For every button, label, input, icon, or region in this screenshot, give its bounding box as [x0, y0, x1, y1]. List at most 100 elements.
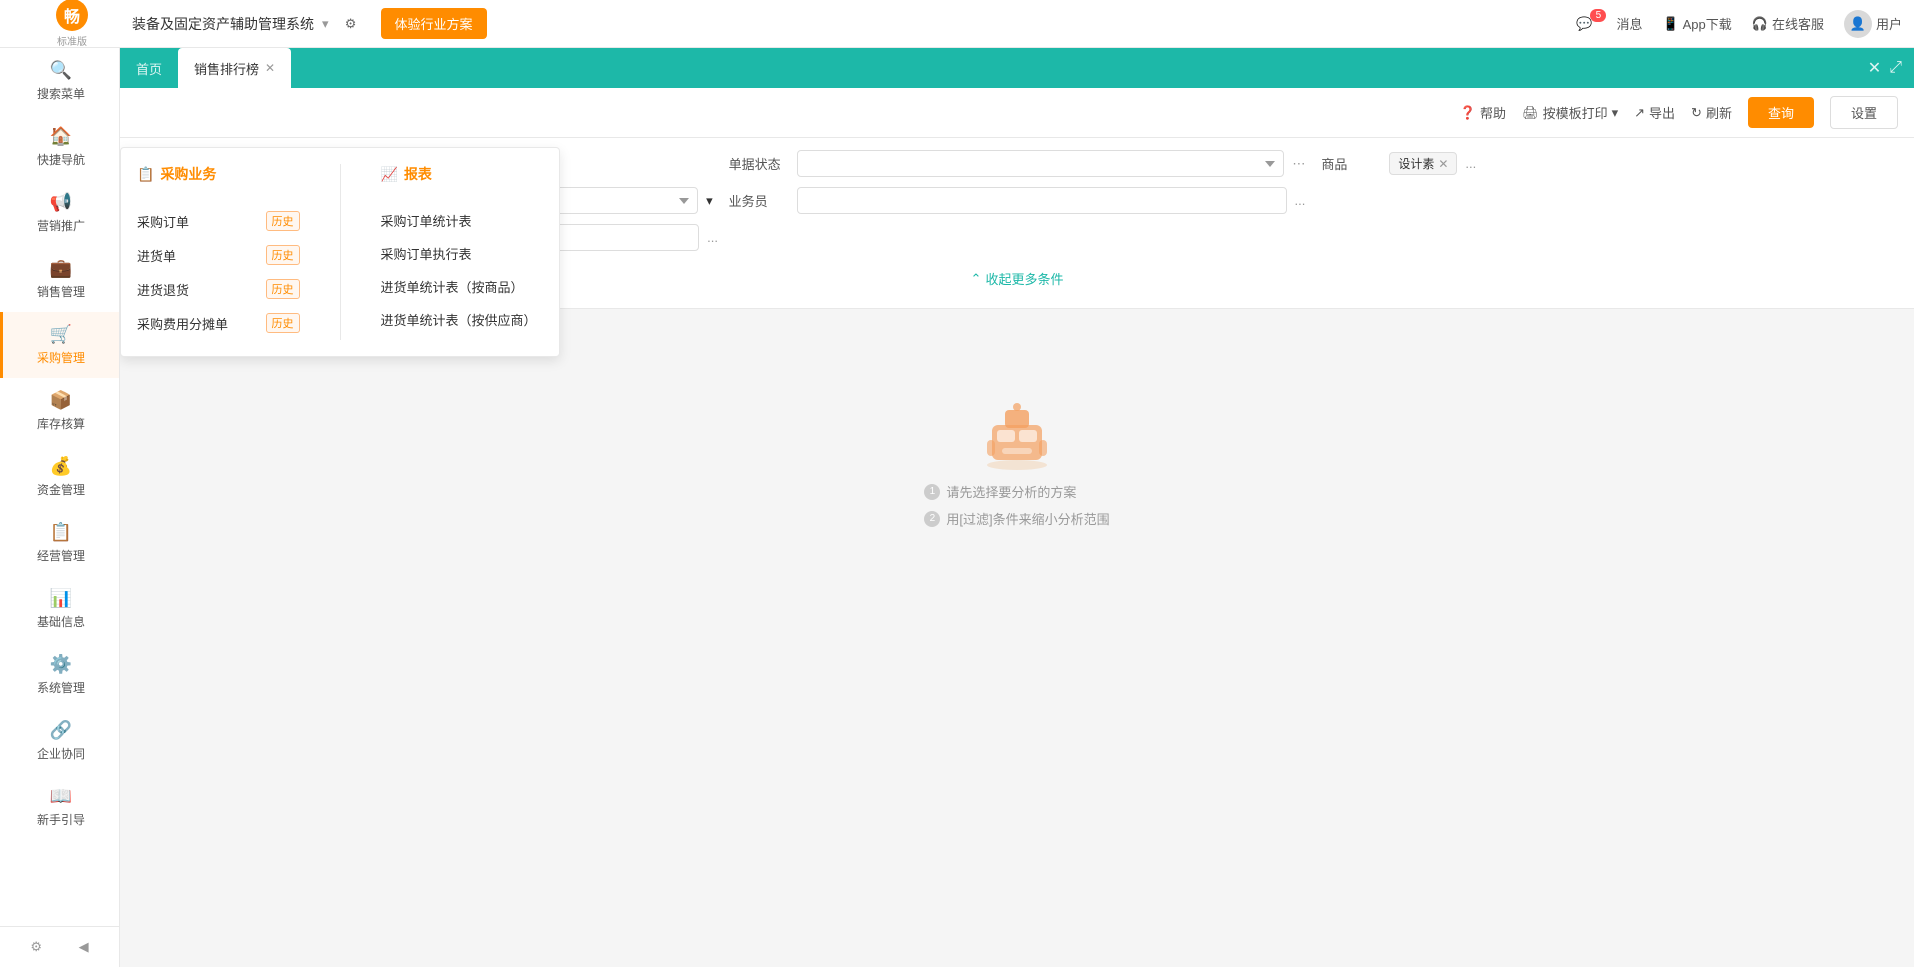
user-action[interactable]: 👤 用户: [1844, 10, 1902, 38]
report-section-icon: 📈: [381, 166, 398, 183]
print-icon: 🖨: [1522, 105, 1539, 121]
operations-icon: 📋: [50, 522, 72, 543]
voucher-status-more[interactable]: ⋯: [1292, 156, 1305, 172]
export-action[interactable]: ↗ 导出: [1634, 103, 1675, 122]
sidebar-item-search[interactable]: 🔍 搜索菜单: [0, 48, 119, 114]
tab-close-all-icon[interactable]: ✕: [1868, 58, 1881, 78]
tab-maximize-icon[interactable]: ⤢: [1889, 59, 1902, 77]
industry-button[interactable]: 体验行业方案: [381, 8, 487, 39]
page-toolbar: ❓ 帮助 🖨 按模板打印 ▾ ↗ 导出 ↻ 刷新 查询 设置: [120, 88, 1914, 138]
print-action[interactable]: 🖨 按模板打印 ▾: [1522, 103, 1618, 122]
history-tag-2: 历史: [266, 279, 300, 299]
sidebar-item-system[interactable]: ⚙️ 系统管理: [0, 642, 119, 708]
system-dropdown-icon[interactable]: ▾: [322, 16, 329, 32]
empty-steps: 1 请先选择要分析的方案 2 用[过滤]条件来缩小分析范围: [924, 482, 1109, 528]
sidebar-item-label: 新手引导: [37, 811, 85, 828]
sidebar-item-marketing[interactable]: 📢 营销推广: [0, 180, 119, 246]
sidebar-item-sales[interactable]: 💼 销售管理: [0, 246, 119, 312]
goods-tag-close[interactable]: ✕: [1438, 157, 1448, 171]
refresh-action[interactable]: ↻ 刷新: [1691, 103, 1732, 122]
menu-item-purchase-order[interactable]: 采购订单 历史: [137, 204, 300, 238]
menu-item-purchase-receive[interactable]: 进货单 历史: [137, 238, 300, 272]
query-button[interactable]: 查询: [1748, 97, 1814, 128]
sidebar-item-basic-info[interactable]: 📊 基础信息: [0, 576, 119, 642]
phone-icon: 📱: [1662, 16, 1678, 32]
menu-item-order-stats[interactable]: 采购订单统计表: [381, 204, 544, 237]
sidebar-item-quick-nav[interactable]: 🏠 快捷导航: [0, 114, 119, 180]
menu-item-purchase-return[interactable]: 进货退货 历史: [137, 272, 300, 306]
sidebar-item-label: 搜索菜单: [37, 85, 85, 102]
purchase-icon: 🛒: [50, 324, 72, 345]
rank-dropdown-icon[interactable]: ▾: [706, 193, 713, 209]
tab-bar: 首页 销售排行榜 ✕ ✕ ⤢: [120, 48, 1914, 88]
settings-button[interactable]: 设置: [1830, 96, 1898, 129]
menu-item-receive-stats-goods[interactable]: 进货单统计表（按商品）: [381, 270, 544, 303]
main-layout: 🔍 搜索菜单 🏠 快捷导航 📢 营销推广 💼 销售管理 🛒 采购管理 📦 库存核…: [0, 48, 1914, 967]
tab-close-icon[interactable]: ✕: [265, 61, 275, 75]
salesman-input[interactable]: [797, 187, 1287, 214]
sidebar-item-label: 销售管理: [37, 283, 85, 300]
messages-action[interactable]: 💬 5 消息: [1576, 14, 1642, 33]
inventory-icon: 📦: [50, 390, 72, 411]
menu-item-receive-stats-supplier[interactable]: 进货单统计表（按供应商）: [381, 303, 544, 336]
export-label: 导出: [1649, 103, 1675, 122]
export-icon: ↗: [1634, 105, 1645, 121]
purchase-section-icon: 📋: [137, 166, 154, 183]
system-title-area: 装备及固定资产辅助管理系统 ▾ ⚙ 体验行业方案: [132, 8, 1576, 39]
sidebar-item-label: 经营管理: [37, 547, 85, 564]
settings-icon[interactable]: ⚙: [337, 10, 365, 38]
content-area: 首页 销售排行榜 ✕ ✕ ⤢ ❓ 帮助 🖨 按模板打印: [120, 48, 1914, 967]
empty-illustration: [967, 390, 1067, 470]
purchase-dropdown-menu: 📋 采购业务 采购订单 历史 进货单 历史 进货退货 历史: [120, 147, 560, 357]
menu-item-purchase-expense[interactable]: 采购费用分摊单 历史: [137, 306, 300, 340]
goods-tag-text: 设计素: [1398, 155, 1434, 172]
sidebar-item-purchase[interactable]: 🛒 采购管理: [0, 312, 119, 378]
top-header: 畅 标准版 装备及固定资产辅助管理系统 ▾ ⚙ 体验行业方案 💬 5 消息 📱 …: [0, 0, 1914, 48]
report-section: 📈 报表 采购订单统计表 采购订单执行表 进货单统计表（按商品） 进货单统计表（…: [381, 164, 544, 340]
tab-sales-rank[interactable]: 销售排行榜 ✕: [178, 48, 291, 88]
step2-text: 用[过滤]条件来缩小分析范围: [946, 509, 1109, 528]
empty-step-2: 2 用[过滤]条件来缩小分析范围: [924, 509, 1109, 528]
sidebar: 🔍 搜索菜单 🏠 快捷导航 📢 营销推广 💼 销售管理 🛒 采购管理 📦 库存核…: [0, 48, 120, 967]
user-avatar: 👤: [1844, 10, 1872, 38]
goods-label: 商品: [1321, 154, 1381, 173]
system-title: 装备及固定资产辅助管理系统: [132, 14, 314, 34]
logo-icon: 畅: [56, 0, 88, 31]
tab-sales-rank-label: 销售排行榜: [194, 59, 259, 78]
tab-bar-actions: ✕ ⤢: [1868, 58, 1914, 78]
sidebar-item-label: 资金管理: [37, 481, 85, 498]
purchase-section-title: 📋 采购业务: [137, 164, 300, 192]
salesman-more[interactable]: ...: [1295, 193, 1306, 208]
sidebar-item-inventory[interactable]: 📦 库存核算: [0, 378, 119, 444]
sidebar-item-guide[interactable]: 📖 新手引导: [0, 774, 119, 840]
headset-icon: 🎧: [1752, 16, 1768, 32]
collapse-label: 收起更多条件: [985, 269, 1063, 288]
voucher-status-select[interactable]: [797, 150, 1285, 177]
sidebar-item-operations[interactable]: 📋 经营管理: [0, 510, 119, 576]
online-service-action[interactable]: 🎧 在线客服: [1752, 14, 1824, 33]
sidebar-item-label: 营销推广: [37, 217, 85, 234]
header-right: 💬 5 消息 📱 App下载 🎧 在线客服 👤 用户: [1576, 10, 1902, 38]
help-label: 帮助: [1480, 103, 1506, 122]
history-tag-0: 历史: [266, 211, 300, 231]
help-action[interactable]: ❓ 帮助: [1460, 103, 1506, 122]
goods-more[interactable]: ...: [1465, 156, 1476, 171]
sidebar-settings-btn[interactable]: ⚙: [30, 939, 42, 955]
step2-num: 2: [924, 511, 940, 527]
menu-divider: [340, 164, 341, 340]
app-download-action[interactable]: 📱 App下载: [1662, 14, 1731, 33]
empty-step-1: 1 请先选择要分析的方案: [924, 482, 1109, 501]
sidebar-item-label: 采购管理: [37, 349, 85, 366]
sidebar-item-enterprise[interactable]: 🔗 企业协同: [0, 708, 119, 774]
sidebar-item-finance[interactable]: 💰 资金管理: [0, 444, 119, 510]
app-download-label: App下载: [1683, 14, 1732, 33]
menu-item-order-exec[interactable]: 采购订单执行表: [381, 237, 544, 270]
sales-icon: 💼: [50, 258, 72, 279]
sidebar-collapse-btn[interactable]: ◀: [79, 939, 89, 955]
tab-home-label: 首页: [136, 59, 162, 78]
sidebar-item-label: 快捷导航: [37, 151, 85, 168]
tab-home[interactable]: 首页: [120, 48, 178, 88]
customer-more[interactable]: ...: [707, 230, 718, 245]
sidebar-item-label: 企业协同: [37, 745, 85, 762]
print-dropdown-icon[interactable]: ▾: [1612, 105, 1619, 121]
